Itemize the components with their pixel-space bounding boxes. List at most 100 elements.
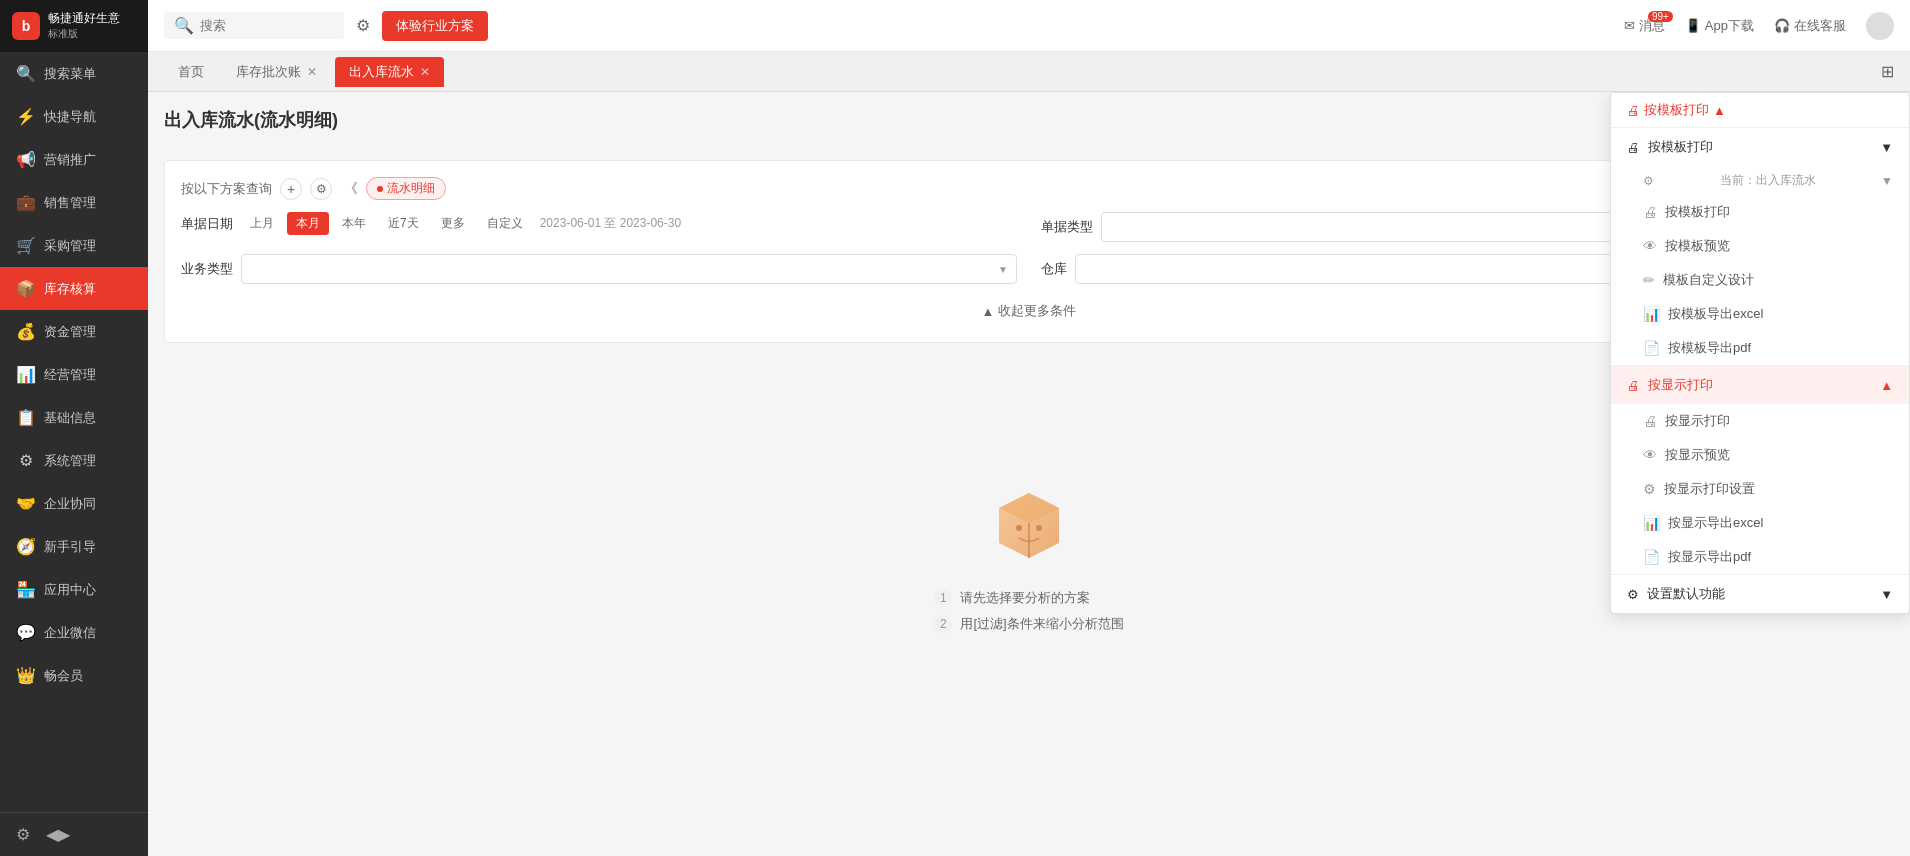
template-preview-icon: 👁 (1643, 238, 1657, 254)
app-download-label: App下载 (1705, 17, 1754, 35)
template-pdf-item[interactable]: 📄 按模板导出pdf (1611, 331, 1909, 365)
display-print-setting-item[interactable]: ⚙ 按显示打印设置 (1611, 472, 1909, 506)
display-preview-item[interactable]: 👁 按显示预览 (1611, 438, 1909, 472)
sidebar-footer: ⚙ ◀▶ (0, 812, 148, 856)
template-preview-label: 按模板预览 (1665, 237, 1730, 255)
topbar: 🔍 ⚙ 体验行业方案 ✉ 消息 99+ 📱 App下载 🎧 在线客服 (148, 0, 1910, 52)
tab-batch-close[interactable]: ✕ (307, 65, 317, 79)
template-excel-icon: 📊 (1643, 306, 1660, 322)
search-input[interactable] (200, 18, 320, 33)
sidebar-item-inventory[interactable]: 📦 库存核算 (0, 267, 148, 310)
display-preview-label: 按显示预览 (1665, 446, 1730, 464)
this-year-btn[interactable]: 本年 (333, 212, 375, 235)
display-print-setting-icon: ⚙ (1643, 481, 1656, 497)
template-custom-item[interactable]: ✏ 模板自定义设计 (1611, 263, 1909, 297)
collapse-up-icon: ▲ (982, 304, 995, 319)
sidebar-item-finance[interactable]: 💰 资金管理 (0, 310, 148, 353)
sidebar-item-operation[interactable]: 📊 经营管理 (0, 353, 148, 396)
sidebar-item-marketing[interactable]: 📢 营销推广 (0, 138, 148, 181)
more-btn[interactable]: 更多 (432, 212, 474, 235)
display-print-section-header[interactable]: 🖨 按显示打印 ▲ (1611, 366, 1909, 404)
sidebar-item-vip[interactable]: 👑 畅会员 (0, 654, 148, 697)
logo-text: 畅捷通好生意 (48, 11, 120, 27)
purchase-icon: 🛒 (16, 236, 36, 255)
sidebar-item-sales[interactable]: 💼 销售管理 (0, 181, 148, 224)
template-excel-label: 按模板导出excel (1668, 305, 1763, 323)
page-title: 出入库流水(流水明细) (164, 108, 338, 132)
date-field: 单据日期 上月 本月 本年 近7天 更多 自定义 2023-06-01 至 20… (181, 212, 1017, 235)
page-content: 出入库流水(流水明细) 🖨 按模板打印 ▲ ↑ 导出 ↺ 刷新 (148, 92, 1910, 856)
display-pdf-item[interactable]: 📄 按显示导出pdf (1611, 540, 1909, 574)
tab-batch[interactable]: 库存批次账 ✕ (222, 57, 331, 87)
current-arrow: ▼ (1881, 174, 1893, 188)
tab-expand-button[interactable]: ⊞ (1881, 62, 1894, 81)
sidebar-item-wechat[interactable]: 💬 企业微信 (0, 611, 148, 654)
operation-icon: 📊 (16, 365, 36, 384)
sidebar-item-label: 快捷导航 (44, 108, 96, 126)
display-section-label: 按显示打印 (1648, 376, 1713, 394)
topbar-gear-icon[interactable]: ⚙ (356, 16, 370, 35)
sidebar-item-appstore[interactable]: 🏪 应用中心 (0, 568, 148, 611)
set-default-label: 设置默认功能 (1647, 585, 1725, 603)
business-type-select[interactable]: ▼ (241, 254, 1017, 284)
voucher-type-label: 单据类型 (1041, 218, 1093, 236)
date-field-label: 单据日期 (181, 215, 233, 233)
sidebar-item-label: 企业微信 (44, 624, 96, 642)
business-type-label: 业务类型 (181, 260, 233, 278)
print-panel-header: 🖨 按模板打印 ▲ (1611, 93, 1909, 128)
filter-add-button[interactable]: + (280, 178, 302, 200)
avatar[interactable] (1866, 12, 1894, 40)
template-print-section-header[interactable]: 🖨 按模板打印 ▼ (1611, 128, 1909, 166)
display-excel-item[interactable]: 📊 按显示导出excel (1611, 506, 1909, 540)
print-panel-title-btn[interactable]: 🖨 按模板打印 ▲ (1627, 101, 1726, 119)
settings-icon[interactable]: ⚙ (16, 825, 30, 844)
tab-flow[interactable]: 出入库流水 ✕ (335, 57, 444, 87)
this-month-btn[interactable]: 本月 (287, 212, 329, 235)
tab-home[interactable]: 首页 (164, 57, 218, 87)
sidebar-item-label: 库存核算 (44, 280, 96, 298)
filter-tag-dot (377, 186, 383, 192)
template-preview-item[interactable]: 👁 按模板预览 (1611, 229, 1909, 263)
sidebar-item-search[interactable]: 🔍 搜索菜单 (0, 52, 148, 95)
tip1-text: 请先选择要分析的方案 (960, 589, 1090, 607)
tab-flow-close[interactable]: ✕ (420, 65, 430, 79)
template-excel-item[interactable]: 📊 按模板导出excel (1611, 297, 1909, 331)
business-select-arrow: ▼ (998, 264, 1008, 275)
sidebar-item-enterprise[interactable]: 🤝 企业协同 (0, 482, 148, 525)
template-print-label: 按模板打印 (1665, 203, 1730, 221)
download-icon: 📱 (1685, 18, 1701, 33)
template-print-item[interactable]: 🖨 按模板打印 (1611, 195, 1909, 229)
sidebar-item-label: 新手引导 (44, 538, 96, 556)
app-download-item[interactable]: 📱 App下载 (1685, 17, 1754, 35)
sidebar-item-system[interactable]: ⚙ 系统管理 (0, 439, 148, 482)
set-default-arrow: ▼ (1880, 587, 1893, 602)
search-icon: 🔍 (16, 64, 36, 83)
collapse-icon[interactable]: ◀▶ (46, 825, 70, 844)
industry-solution-button[interactable]: 体验行业方案 (382, 11, 488, 41)
service-icon: 🎧 (1774, 18, 1790, 33)
sidebar-item-label: 搜索菜单 (44, 65, 96, 83)
print-panel-up-icon: ▲ (1713, 103, 1726, 118)
custom-btn[interactable]: 自定义 (478, 212, 532, 235)
warehouse-label: 仓库 (1041, 260, 1067, 278)
last7-btn[interactable]: 近7天 (379, 212, 428, 235)
filter-collapse-icon[interactable]: 《 (344, 180, 358, 198)
sidebar-item-purchase[interactable]: 🛒 采购管理 (0, 224, 148, 267)
online-service-item[interactable]: 🎧 在线客服 (1774, 17, 1846, 35)
filter-label: 按以下方案查询 (181, 180, 272, 198)
message-badge-item[interactable]: ✉ 消息 99+ (1624, 17, 1665, 35)
filter-setting-button[interactable]: ⚙ (310, 178, 332, 200)
topbar-search-box[interactable]: 🔍 (164, 12, 344, 39)
sidebar-item-basic[interactable]: 📋 基础信息 (0, 396, 148, 439)
collapse-button[interactable]: ▲ 收起更多条件 (976, 296, 1083, 326)
display-print-label: 按显示打印 (1665, 412, 1730, 430)
sidebar-item-guide[interactable]: 🧭 新手引导 (0, 525, 148, 568)
display-preview-icon: 👁 (1643, 447, 1657, 463)
display-print-item[interactable]: 🖨 按显示打印 (1611, 404, 1909, 438)
prev-month-btn[interactable]: 上月 (241, 212, 283, 235)
sidebar-item-label: 应用中心 (44, 581, 96, 599)
empty-tips: 1 请先选择要分析的方案 2 用[过滤]条件来缩小分析范围 (934, 589, 1123, 633)
sidebar-item-quick[interactable]: ⚡ 快捷导航 (0, 95, 148, 138)
template-pdf-label: 按模板导出pdf (1668, 339, 1751, 357)
set-default-section[interactable]: ⚙ 设置默认功能 ▼ (1611, 575, 1909, 613)
